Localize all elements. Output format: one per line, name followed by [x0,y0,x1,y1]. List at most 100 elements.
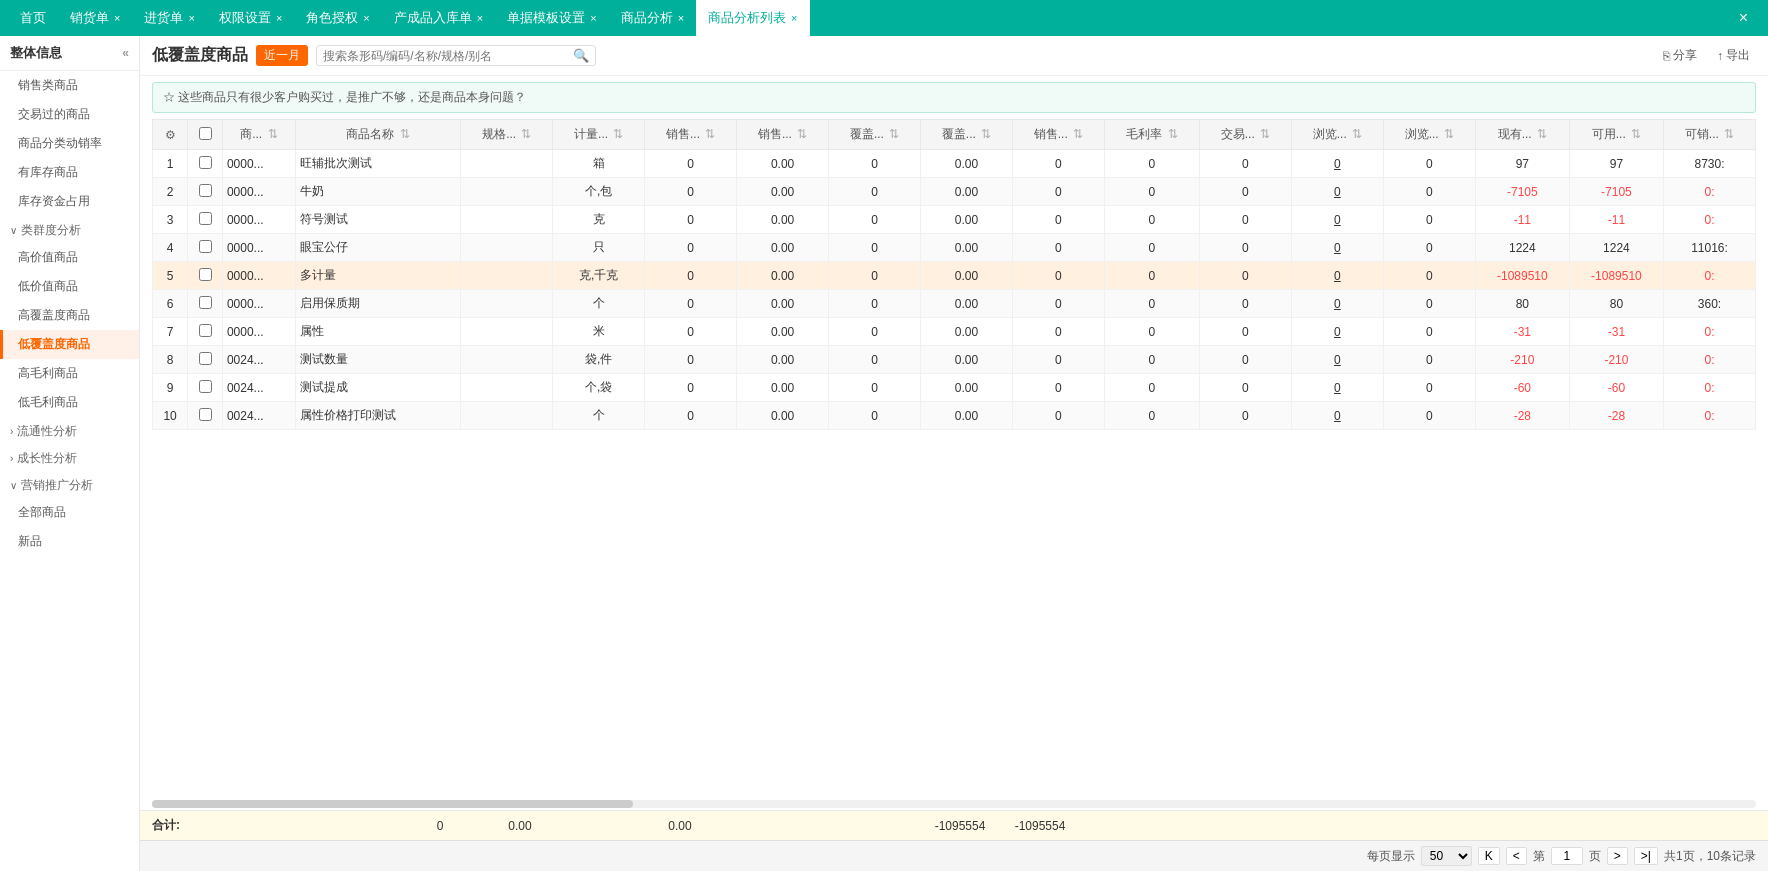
row-checkbox[interactable] [199,156,212,169]
nav-product-inbound[interactable]: 产成品入库单 × [382,0,495,36]
select-all-checkbox[interactable] [199,127,212,140]
nav-roles[interactable]: 角色授权 × [294,0,381,36]
nav-home[interactable]: 首页 [8,0,58,36]
nav-product-analysis-list[interactable]: 商品分析列表 × [696,0,809,36]
row-checkbox[interactable] [199,212,212,225]
sidebar-item-traded-goods[interactable]: 交易过的商品 [0,100,139,129]
th-current[interactable]: 现有... ⇅ [1475,120,1569,150]
cell-checkbox[interactable] [188,346,223,374]
close-icon[interactable]: × [590,12,596,24]
horizontal-scrollbar[interactable] [152,800,1756,808]
sidebar-item-inventory-fund[interactable]: 库存资金占用 [0,187,139,216]
th-trade[interactable]: 交易... ⇅ [1199,120,1291,150]
sidebar-item-all-goods[interactable]: 全部商品 [0,498,139,527]
row-checkbox[interactable] [199,296,212,309]
last-page-button[interactable]: >| [1634,847,1658,865]
sidebar-item-in-stock-goods[interactable]: 有库存商品 [0,158,139,187]
cell-checkbox[interactable] [188,374,223,402]
window-close-button[interactable]: × [1727,9,1760,27]
th-cover1[interactable]: 覆盖... ⇅ [829,120,921,150]
cell-browse1[interactable]: 0 [1291,262,1383,290]
close-icon[interactable]: × [276,12,282,24]
cell-browse1[interactable]: 0 [1291,402,1383,430]
sidebar-item-low-coverage[interactable]: 低覆盖度商品 [0,330,139,359]
th-sales3[interactable]: 销售... ⇅ [1012,120,1104,150]
cell-browse1[interactable]: 0 [1291,150,1383,178]
row-checkbox[interactable] [199,408,212,421]
cell-checkbox[interactable] [188,206,223,234]
close-icon[interactable]: × [188,12,194,24]
close-icon[interactable]: × [791,12,797,24]
th-code[interactable]: 商... ⇅ [222,120,295,150]
date-filter-button[interactable]: 近一月 [256,45,308,66]
th-checkbox[interactable] [188,120,223,150]
browse-link[interactable]: 0 [1334,353,1341,367]
cell-browse1[interactable]: 0 [1291,234,1383,262]
next-page-button[interactable]: > [1607,847,1628,865]
row-checkbox[interactable] [199,324,212,337]
cell-checkbox[interactable] [188,150,223,178]
th-cover2[interactable]: 覆盖... ⇅ [921,120,1013,150]
cell-checkbox[interactable] [188,290,223,318]
browse-link[interactable]: 0 [1334,381,1341,395]
th-browse2[interactable]: 浏览... ⇅ [1383,120,1475,150]
cell-checkbox[interactable] [188,234,223,262]
cell-browse1[interactable]: 0 [1291,318,1383,346]
nav-purchase[interactable]: 进货单 × [132,0,206,36]
close-icon[interactable]: × [678,12,684,24]
browse-link[interactable]: 0 [1334,185,1341,199]
browse-link[interactable]: 0 [1334,213,1341,227]
scrollbar-thumb[interactable] [152,800,633,808]
cell-browse1[interactable]: 0 [1291,346,1383,374]
row-checkbox[interactable] [199,268,212,281]
th-sales1[interactable]: 销售... ⇅ [645,120,737,150]
row-checkbox[interactable] [199,240,212,253]
th-name[interactable]: 商品名称 ⇅ [295,120,460,150]
cell-browse1[interactable]: 0 [1291,178,1383,206]
cell-checkbox[interactable] [188,402,223,430]
browse-link[interactable]: 0 [1334,241,1341,255]
th-browse1[interactable]: 浏览... ⇅ [1291,120,1383,150]
cell-browse1[interactable]: 0 [1291,290,1383,318]
th-available[interactable]: 可用... ⇅ [1569,120,1663,150]
nav-template-settings[interactable]: 单据模板设置 × [495,0,608,36]
th-spec[interactable]: 规格... ⇅ [461,120,553,150]
prev-page-button[interactable]: < [1506,847,1527,865]
first-page-button[interactable]: K [1478,847,1500,865]
th-margin[interactable]: 毛利率 ⇅ [1104,120,1199,150]
browse-link[interactable]: 0 [1334,269,1341,283]
sidebar-item-high-margin[interactable]: 高毛利商品 [0,359,139,388]
cell-browse1[interactable]: 0 [1291,374,1383,402]
th-settings[interactable]: ⚙ [153,120,188,150]
export-button[interactable]: ↑ 导出 [1711,44,1756,67]
th-sellable[interactable]: 可销... ⇅ [1663,120,1755,150]
sidebar-item-low-margin[interactable]: 低毛利商品 [0,388,139,417]
cell-checkbox[interactable] [188,318,223,346]
sidebar-item-new-goods[interactable]: 新品 [0,527,139,556]
browse-link[interactable]: 0 [1334,297,1341,311]
sidebar-item-high-value[interactable]: 高价值商品 [0,243,139,272]
row-checkbox[interactable] [199,352,212,365]
sidebar-item-low-value[interactable]: 低价值商品 [0,272,139,301]
sidebar-item-sales-goods[interactable]: 销售类商品 [0,71,139,100]
close-icon[interactable]: × [363,12,369,24]
close-icon[interactable]: × [477,12,483,24]
sidebar-item-high-coverage[interactable]: 高覆盖度商品 [0,301,139,330]
browse-link[interactable]: 0 [1334,409,1341,423]
cell-checkbox[interactable] [188,178,223,206]
row-checkbox[interactable] [199,184,212,197]
browse-link[interactable]: 0 [1334,325,1341,339]
page-number-input[interactable] [1551,847,1583,865]
share-button[interactable]: ⎘ 分享 [1657,44,1703,67]
sidebar-section-marketing[interactable]: ∨ 营销推广分析 [0,471,139,498]
nav-sales[interactable]: 销货单 × [58,0,132,36]
sidebar-section-liquidity[interactable]: › 流通性分析 [0,417,139,444]
per-page-select[interactable]: 50 20 100 [1421,846,1472,866]
row-checkbox[interactable] [199,380,212,393]
sidebar-section-cluster-analysis[interactable]: ∨ 类群度分析 [0,216,139,243]
browse-link[interactable]: 0 [1334,157,1341,171]
close-icon[interactable]: × [114,12,120,24]
nav-permissions[interactable]: 权限设置 × [207,0,294,36]
sidebar-item-category-sales-rate[interactable]: 商品分类动销率 [0,129,139,158]
cell-browse1[interactable]: 0 [1291,206,1383,234]
